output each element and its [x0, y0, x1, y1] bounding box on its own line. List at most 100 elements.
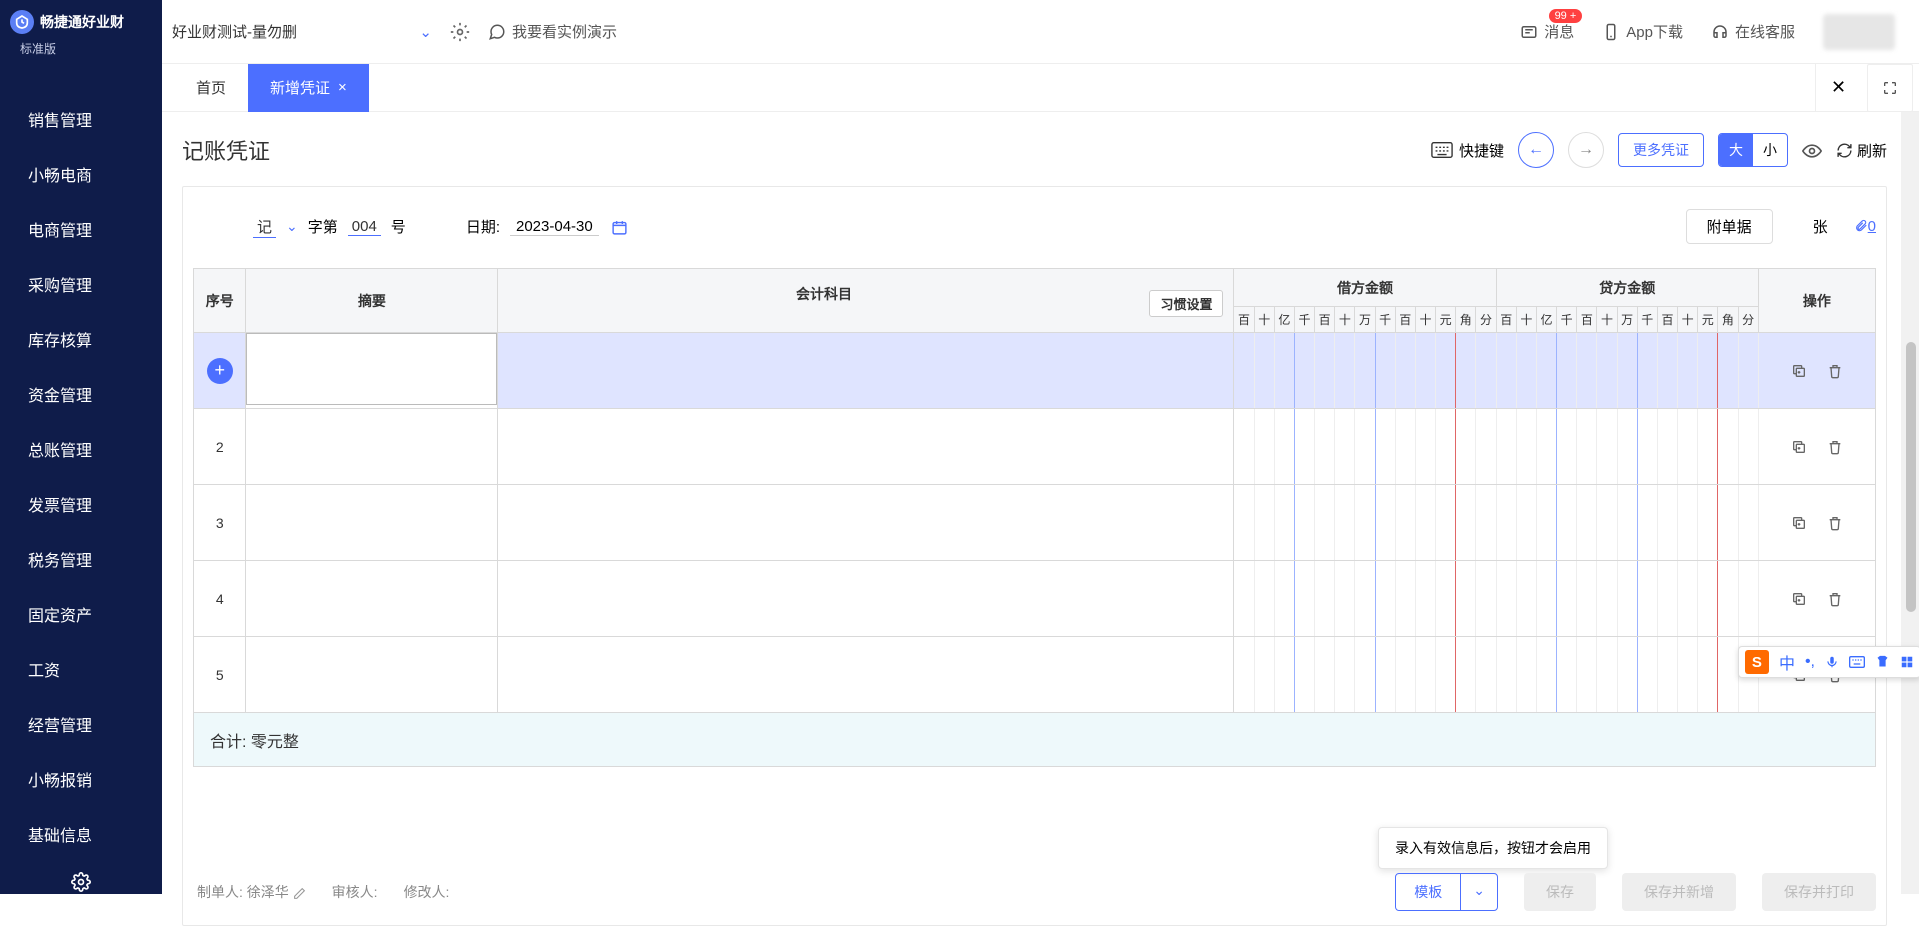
amount-digit[interactable]	[1617, 485, 1637, 561]
habit-settings-button[interactable]: 习惯设置	[1149, 290, 1223, 317]
app-download[interactable]: App下载	[1602, 21, 1683, 42]
amount-digit[interactable]	[1718, 561, 1738, 637]
summary-cell[interactable]	[246, 485, 498, 561]
amount-digit[interactable]	[1415, 637, 1435, 713]
seq-cell[interactable]: 2	[194, 409, 246, 485]
amount-digit[interactable]	[1375, 485, 1395, 561]
amount-digit[interactable]	[1476, 637, 1496, 713]
amount-digit[interactable]	[1476, 333, 1496, 409]
amount-digit[interactable]	[1355, 485, 1375, 561]
amount-digit[interactable]	[1274, 333, 1294, 409]
ime-toolbar[interactable]: S 中 •,	[1738, 646, 1919, 678]
amount-digit[interactable]	[1657, 485, 1677, 561]
amount-digit[interactable]	[1577, 561, 1597, 637]
summary-input[interactable]	[246, 333, 497, 405]
sidebar-item-salary[interactable]: 工资	[0, 641, 162, 696]
sidebar-item-base[interactable]: 基础信息	[0, 806, 162, 861]
voucher-prefix[interactable]: 记	[253, 216, 276, 238]
amount-digit[interactable]	[1234, 333, 1254, 409]
amount-digit[interactable]	[1436, 333, 1456, 409]
preview-icon[interactable]	[1802, 139, 1822, 160]
summary-cell[interactable]	[246, 333, 498, 409]
amount-digit[interactable]	[1557, 637, 1577, 713]
amount-digit[interactable]	[1294, 637, 1314, 713]
amount-digit[interactable]	[1294, 485, 1314, 561]
amount-digit[interactable]	[1496, 637, 1516, 713]
amount-digit[interactable]	[1415, 409, 1435, 485]
amount-digit[interactable]	[1657, 561, 1677, 637]
account-cell[interactable]	[498, 409, 1234, 485]
seq-cell[interactable]: +	[194, 333, 246, 409]
fullscreen-button[interactable]	[1867, 64, 1913, 112]
table-row[interactable]: 5	[194, 637, 1876, 713]
amount-digit[interactable]	[1597, 485, 1617, 561]
amount-digit[interactable]	[1274, 637, 1294, 713]
amount-digit[interactable]	[1456, 333, 1476, 409]
amount-digit[interactable]	[1617, 637, 1637, 713]
amount-digit[interactable]	[1617, 561, 1637, 637]
copy-icon[interactable]	[1791, 515, 1807, 531]
account-cell[interactable]	[498, 637, 1234, 713]
amount-digit[interactable]	[1698, 637, 1718, 713]
amount-digit[interactable]	[1375, 637, 1395, 713]
amount-digit[interactable]	[1637, 409, 1657, 485]
attach-button[interactable]: 附单据	[1686, 209, 1773, 244]
amount-digit[interactable]	[1355, 409, 1375, 485]
amount-digit[interactable]	[1597, 333, 1617, 409]
table-row[interactable]: +	[194, 333, 1876, 409]
amount-digit[interactable]	[1355, 637, 1375, 713]
ime-lang[interactable]: 中	[1779, 650, 1795, 674]
amount-digit[interactable]	[1456, 637, 1476, 713]
tab-new-voucher[interactable]: 新增凭证 ×	[248, 64, 369, 112]
amount-digit[interactable]	[1738, 561, 1758, 637]
amount-digit[interactable]	[1375, 409, 1395, 485]
seq-cell[interactable]: 3	[194, 485, 246, 561]
amount-digit[interactable]	[1415, 561, 1435, 637]
amount-digit[interactable]	[1738, 333, 1758, 409]
ime-mic-icon[interactable]	[1825, 653, 1839, 671]
amount-digit[interactable]	[1496, 561, 1516, 637]
delete-icon[interactable]	[1827, 515, 1843, 531]
template-button[interactable]: 模板 ⌄	[1395, 873, 1498, 911]
chevron-down-icon[interactable]: ⌄	[1460, 874, 1497, 910]
sidebar-settings[interactable]	[0, 861, 162, 902]
amount-digit[interactable]	[1536, 561, 1556, 637]
table-row[interactable]: 3	[194, 485, 1876, 561]
amount-digit[interactable]	[1234, 637, 1254, 713]
scrollbar[interactable]	[1901, 112, 1919, 894]
avatar[interactable]	[1823, 14, 1895, 50]
amount-digit[interactable]	[1577, 637, 1597, 713]
amount-digit[interactable]	[1557, 333, 1577, 409]
amount-digit[interactable]	[1335, 409, 1355, 485]
amount-digit[interactable]	[1335, 637, 1355, 713]
amount-digit[interactable]	[1315, 409, 1335, 485]
sidebar-item-funds[interactable]: 资金管理	[0, 366, 162, 421]
ime-punct-icon[interactable]: •,	[1805, 653, 1815, 671]
copy-icon[interactable]	[1791, 591, 1807, 607]
amount-digit[interactable]	[1738, 485, 1758, 561]
amount-digit[interactable]	[1718, 409, 1738, 485]
copy-icon[interactable]	[1791, 363, 1807, 379]
amount-digit[interactable]	[1335, 485, 1355, 561]
account-cell[interactable]	[498, 561, 1234, 637]
amount-digit[interactable]	[1657, 409, 1677, 485]
table-row[interactable]: 2	[194, 409, 1876, 485]
amount-digit[interactable]	[1315, 637, 1335, 713]
delete-icon[interactable]	[1827, 363, 1843, 379]
ime-skin-icon[interactable]	[1875, 653, 1890, 671]
amount-digit[interactable]	[1375, 561, 1395, 637]
copy-icon[interactable]	[1791, 439, 1807, 455]
amount-digit[interactable]	[1597, 561, 1617, 637]
date-input[interactable]: 2023-04-30	[510, 218, 599, 236]
more-vouchers-button[interactable]: 更多凭证	[1618, 133, 1704, 167]
delete-icon[interactable]	[1827, 591, 1843, 607]
amount-digit[interactable]	[1557, 485, 1577, 561]
amount-digit[interactable]	[1294, 561, 1314, 637]
amount-digit[interactable]	[1637, 485, 1657, 561]
ime-keyboard-icon[interactable]	[1849, 653, 1865, 671]
sidebar-item-purchase[interactable]: 采购管理	[0, 256, 162, 311]
summary-cell[interactable]	[246, 561, 498, 637]
amount-digit[interactable]	[1678, 637, 1698, 713]
voucher-number[interactable]: 004	[348, 218, 381, 236]
amount-digit[interactable]	[1274, 485, 1294, 561]
